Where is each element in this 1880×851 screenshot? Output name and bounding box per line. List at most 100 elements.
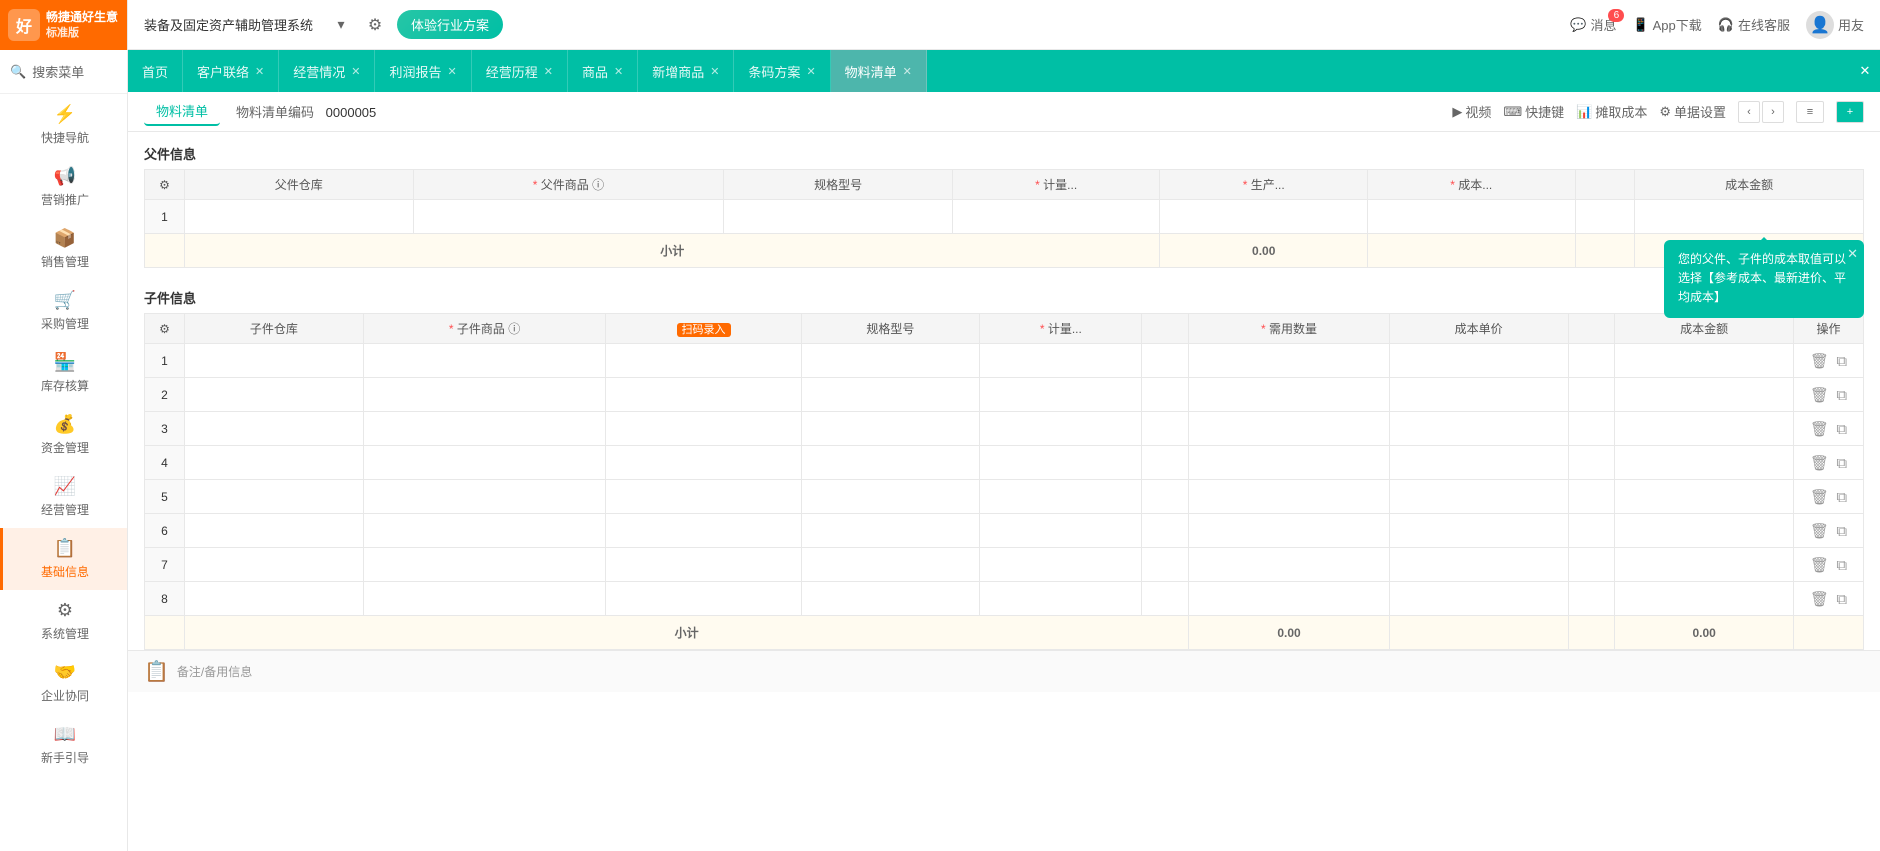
delete-row-button[interactable]: 🗑 xyxy=(1808,384,1831,406)
sidebar-item-7[interactable]: 📈 经营管理 xyxy=(0,466,127,528)
app-download-button[interactable]: 📱 App下载 xyxy=(1632,15,1701,34)
nav-tab-close[interactable]: ✕ xyxy=(903,65,912,78)
child-unit-cell[interactable] xyxy=(980,514,1142,548)
child-spec-cell[interactable] xyxy=(801,446,980,480)
child-unit-cell[interactable] xyxy=(980,344,1142,378)
bill-settings-action[interactable]: ⚙ 单据设置 xyxy=(1659,102,1726,121)
sidebar-item-9[interactable]: ⚙ 系统管理 xyxy=(0,590,127,652)
delete-row-button[interactable]: 🗑 xyxy=(1808,350,1831,372)
sidebar-item-11[interactable]: 📖 新手引导 xyxy=(0,714,127,776)
nav-tab-4[interactable]: 经营历程✕ xyxy=(472,50,568,92)
parent-product-cell[interactable] xyxy=(413,200,724,234)
child-warehouse-cell[interactable] xyxy=(185,378,364,412)
child-spec-cell[interactable] xyxy=(801,548,980,582)
parent-produce-cell[interactable] xyxy=(1160,200,1368,234)
parent-warehouse-cell[interactable] xyxy=(185,200,414,234)
sidebar-item-6[interactable]: 💰 资金管理 xyxy=(0,404,127,466)
child-unit-cost-cell[interactable] xyxy=(1389,480,1568,514)
child-spec-cell[interactable] xyxy=(801,344,980,378)
nav-tab-1[interactable]: 客户联络✕ xyxy=(183,50,279,92)
child-unit-cost-cell[interactable] xyxy=(1389,378,1568,412)
cost-action[interactable]: 📊 摊取成本 xyxy=(1576,102,1647,121)
child-product-cell[interactable] xyxy=(363,514,606,548)
delete-row-button[interactable]: 🗑 xyxy=(1808,588,1831,610)
delete-row-button[interactable]: 🗑 xyxy=(1808,452,1831,474)
online-service-button[interactable]: 🎧 在线客服 xyxy=(1718,15,1790,34)
child-unit-cost-cell[interactable] xyxy=(1389,582,1568,616)
child-qty-cell[interactable] xyxy=(1189,378,1390,412)
delete-row-button[interactable]: 🗑 xyxy=(1808,486,1831,508)
copy-row-button[interactable]: ⧉ xyxy=(1834,385,1849,406)
nav-tab-close[interactable]: ✕ xyxy=(448,65,457,78)
child-unit-cell[interactable] xyxy=(980,446,1142,480)
child-product-cell[interactable] xyxy=(363,412,606,446)
parent-spec-cell[interactable] xyxy=(724,200,953,234)
child-unit-cost-cell[interactable] xyxy=(1389,344,1568,378)
list-view-button[interactable]: ≡ xyxy=(1796,101,1824,123)
sub-tab-bill-code[interactable]: 物料清单编码 0000005 xyxy=(224,98,388,125)
child-spec-cell[interactable] xyxy=(801,582,980,616)
copy-row-button[interactable]: ⧉ xyxy=(1834,555,1849,576)
child-product-cell[interactable] xyxy=(363,582,606,616)
child-warehouse-cell[interactable] xyxy=(185,412,364,446)
settings-button[interactable]: ⚙ xyxy=(361,11,389,39)
video-action[interactable]: ▶ 视频 xyxy=(1452,102,1491,121)
child-qty-cell[interactable] xyxy=(1189,446,1390,480)
child-unit-cost-cell[interactable] xyxy=(1389,446,1568,480)
nav-tab-close[interactable]: ✕ xyxy=(255,65,264,78)
delete-row-button[interactable]: 🗑 xyxy=(1808,418,1831,440)
sidebar-item-2[interactable]: 📢 营销推广 xyxy=(0,156,127,218)
delete-row-button[interactable]: 🗑 xyxy=(1808,520,1831,542)
sidebar-item-1[interactable]: ⚡ 快捷导航 xyxy=(0,94,127,156)
trial-button[interactable]: 体验行业方案 xyxy=(397,10,503,39)
child-warehouse-cell[interactable] xyxy=(185,344,364,378)
child-qty-cell[interactable] xyxy=(1189,548,1390,582)
child-qty-cell[interactable] xyxy=(1189,412,1390,446)
child-spec-cell[interactable] xyxy=(801,514,980,548)
child-spec-cell[interactable] xyxy=(801,412,980,446)
nav-tab-0[interactable]: 首页 xyxy=(128,50,183,92)
child-warehouse-cell[interactable] xyxy=(185,446,364,480)
parent-unit-cell[interactable] xyxy=(952,200,1160,234)
system-dropdown-button[interactable]: ▾ xyxy=(329,13,353,37)
child-warehouse-cell[interactable] xyxy=(185,548,364,582)
nav-tab-close[interactable]: ✕ xyxy=(351,65,360,78)
tooltip-close-button[interactable]: ✕ xyxy=(1847,244,1858,265)
nav-tab-close[interactable]: ✕ xyxy=(806,65,815,78)
copy-row-button[interactable]: ⧉ xyxy=(1834,487,1849,508)
nav-tab-close[interactable]: ✕ xyxy=(544,65,553,78)
shortcut-action[interactable]: ⌨ 快捷键 xyxy=(1503,102,1564,121)
child-qty-cell[interactable] xyxy=(1189,582,1390,616)
child-unit-cell[interactable] xyxy=(980,548,1142,582)
child-product-cell[interactable] xyxy=(363,344,606,378)
child-product-cell[interactable] xyxy=(363,446,606,480)
child-unit-cell[interactable] xyxy=(980,480,1142,514)
child-qty-cell[interactable] xyxy=(1189,344,1390,378)
sidebar-item-4[interactable]: 🛒 采购管理 xyxy=(0,280,127,342)
child-product-cell[interactable] xyxy=(363,548,606,582)
message-button[interactable]: 💬 消息 6 xyxy=(1570,15,1616,34)
sidebar-item-3[interactable]: 📦 销售管理 xyxy=(0,218,127,280)
sidebar-item-10[interactable]: 🤝 企业协同 xyxy=(0,652,127,714)
user-menu-button[interactable]: 👤 用友 xyxy=(1806,11,1864,39)
child-qty-cell[interactable] xyxy=(1189,514,1390,548)
child-product-cell[interactable] xyxy=(363,480,606,514)
copy-row-button[interactable]: ⧉ xyxy=(1834,453,1849,474)
add-button[interactable]: + xyxy=(1836,101,1864,123)
copy-row-button[interactable]: ⧉ xyxy=(1834,521,1849,542)
nav-prev-button[interactable]: ‹ xyxy=(1738,101,1760,123)
nav-tab-close[interactable]: ✕ xyxy=(710,65,719,78)
child-unit-cell[interactable] xyxy=(980,378,1142,412)
nav-tab-7[interactable]: 条码方案✕ xyxy=(734,50,830,92)
parent-cost-type-cell[interactable] xyxy=(1367,200,1575,234)
child-warehouse-cell[interactable] xyxy=(185,514,364,548)
copy-row-button[interactable]: ⧉ xyxy=(1834,351,1849,372)
sidebar-item-8[interactable]: 📋 基础信息 xyxy=(0,528,127,590)
search-menu-button[interactable]: 🔍 搜索菜单 xyxy=(8,58,119,85)
child-unit-cost-cell[interactable] xyxy=(1389,548,1568,582)
copy-row-button[interactable]: ⧉ xyxy=(1834,589,1849,610)
child-unit-cell[interactable] xyxy=(980,412,1142,446)
child-spec-cell[interactable] xyxy=(801,480,980,514)
child-spec-cell[interactable] xyxy=(801,378,980,412)
nav-tab-5[interactable]: 商品✕ xyxy=(568,50,638,92)
